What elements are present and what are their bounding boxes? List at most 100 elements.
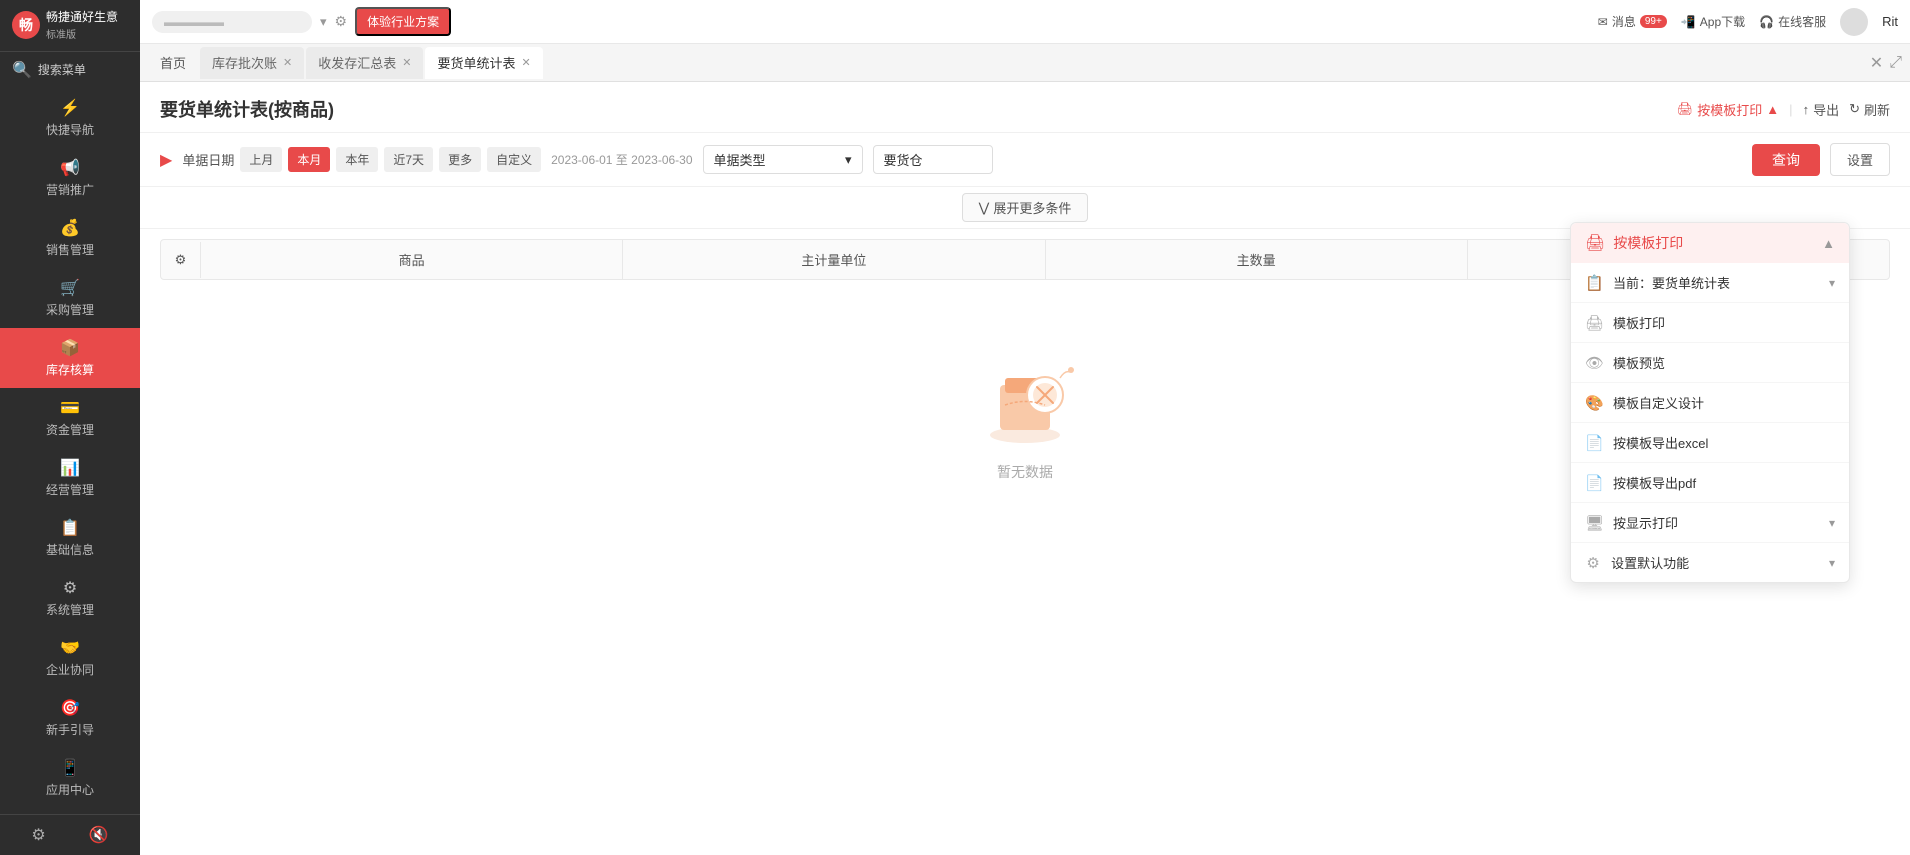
app-download-btn[interactable]: 📲 App下载: [1681, 13, 1745, 30]
dropdown-current-template[interactable]: 📋 当前：要货单统计表 ▾: [1571, 263, 1849, 303]
marketing-icon: 📢: [60, 158, 80, 178]
sidebar-item-app-center[interactable]: 📱 应用中心: [0, 748, 140, 808]
settings-bottom-icon[interactable]: ⚙: [31, 825, 45, 845]
refresh-icon: ↻: [1849, 101, 1860, 117]
template-print-icon: 🖨: [1585, 314, 1603, 332]
tab-receipts-summary[interactable]: 收发存汇总表 ✕: [306, 47, 423, 79]
dropdown-template-preview[interactable]: 👁 模板预览: [1571, 343, 1849, 383]
close-tab-order-stats[interactable]: ✕: [522, 56, 531, 69]
page-actions: 🖨 按模板打印 ▲ | ↑ 导出 ↻ 刷新: [1677, 100, 1890, 119]
sidebar-item-sales[interactable]: 💰 销售管理: [0, 208, 140, 268]
topbar-gear-icon[interactable]: ⚙: [335, 13, 348, 30]
expand-icon: ⋁: [979, 200, 990, 216]
inventory-icon: 📦: [60, 338, 80, 358]
filter-toggle-btn[interactable]: ▶: [160, 150, 172, 170]
enterprise-icon: 🤝: [60, 638, 80, 658]
sound-icon[interactable]: 🔇: [89, 825, 109, 845]
logo-text: 畅捷通好生意 标准版: [46, 10, 118, 41]
system-icon: ⚙: [63, 578, 77, 598]
dropdown-set-default[interactable]: ⚙ 设置默认功能 ▾: [1571, 543, 1849, 582]
query-btn[interactable]: 查询: [1752, 144, 1820, 176]
display-print-icon: 🖥: [1585, 514, 1603, 532]
type-filter[interactable]: 单据类型 ▾: [703, 145, 863, 174]
dropdown-template-print[interactable]: 🖨 模板打印: [1571, 303, 1849, 343]
tab-bar: 首页 库存批次账 ✕ 收发存汇总表 ✕ 要货单统计表 ✕ ✕ ⤢: [140, 44, 1910, 82]
filter-bar: ▶ 单据日期 上月 本月 本年 近7天 更多 自定义 2023-06-01 至 …: [140, 133, 1910, 187]
sidebar-item-enterprise[interactable]: 🤝 企业协同: [0, 628, 140, 688]
col-unit: 主计量单位: [623, 240, 1045, 279]
date-btn-7days[interactable]: 近7天: [384, 147, 433, 172]
sidebar-item-system[interactable]: ⚙ 系统管理: [0, 568, 140, 628]
sidebar-item-marketing[interactable]: 📢 营销推广: [0, 148, 140, 208]
export-excel-icon: 📄: [1585, 434, 1603, 452]
empty-text: 暂无数据: [997, 462, 1053, 482]
message-icon: ✉: [1598, 15, 1608, 29]
dropdown-close-chevron[interactable]: ▲: [1822, 236, 1835, 251]
date-btn-more[interactable]: 更多: [439, 147, 481, 172]
date-filter-group: 单据日期 上月 本月 本年 近7天 更多 自定义 2023-06-01 至 20…: [182, 147, 692, 172]
trial-btn[interactable]: 体验行业方案: [355, 7, 451, 36]
guide-icon: 🎯: [60, 698, 80, 718]
maximize-icon[interactable]: ⤢: [1889, 54, 1902, 72]
topbar-search[interactable]: ▬▬▬▬▬: [152, 11, 312, 33]
content-area: 要货单统计表(按商品) 🖨 按模板打印 ▲ | ↑ 导出 ↻ 刷新: [140, 82, 1910, 855]
date-btn-last-month[interactable]: 上月: [240, 147, 282, 172]
warehouse-filter[interactable]: 要货仓: [873, 145, 993, 174]
sidebar-item-quick-nav[interactable]: ⚡ 快捷导航: [0, 88, 140, 148]
date-btn-this-year[interactable]: 本年: [336, 147, 378, 172]
expand-more-btn[interactable]: ⋁ 展开更多条件: [962, 193, 1089, 222]
date-range-text: 2023-06-01 至 2023-06-30: [551, 151, 692, 168]
sidebar-item-inventory[interactable]: 📦 库存核算: [0, 328, 140, 388]
col-quantity: 主数量: [1046, 240, 1468, 279]
sidebar-item-operation[interactable]: 📊 经营管理: [0, 448, 140, 508]
dropdown-display-print[interactable]: 🖥 按显示打印 ▾: [1571, 503, 1849, 543]
close-tab-inventory-batch[interactable]: ✕: [283, 56, 292, 69]
template-print-btn[interactable]: 🖨 按模板打印 ▲: [1677, 100, 1779, 119]
nav-list: ⚡ 快捷导航 📢 营销推广 💰 销售管理 🛒 采购管理 📦 库存核算 💳 资金管…: [0, 88, 140, 814]
settings-btn[interactable]: 设置: [1830, 143, 1890, 176]
download-icon: 📲: [1681, 15, 1696, 29]
close-window-icon[interactable]: ✕: [1870, 53, 1883, 73]
topbar-right: ✉ 消息 99+ 📲 App下载 🎧 在线客服 Rit: [1598, 8, 1898, 36]
app-center-icon: 📱: [60, 758, 80, 778]
sidebar: 畅 畅捷通好生意 标准版 🔍 搜索菜单 ⚡ 快捷导航 📢 营销推广 💰 销售管理…: [0, 0, 140, 855]
refresh-btn[interactable]: ↻ 刷新: [1849, 100, 1890, 119]
tab-inventory-batch[interactable]: 库存批次账 ✕: [200, 47, 304, 79]
online-service-btn[interactable]: 🎧 在线客服: [1759, 13, 1826, 30]
display-print-arrow: ▾: [1829, 516, 1835, 530]
tabs-actions: ✕ ⤢: [1870, 53, 1910, 73]
topbar-dropdown-arrow[interactable]: ▾: [320, 14, 327, 30]
message-btn[interactable]: ✉ 消息 99+: [1598, 13, 1667, 30]
date-btn-custom[interactable]: 自定义: [487, 147, 541, 172]
user-avatar[interactable]: [1840, 8, 1868, 36]
search-menu-item[interactable]: 🔍 搜索菜单: [0, 52, 140, 88]
col-product: 商品: [201, 240, 623, 279]
main-area: ▬▬▬▬▬ ▾ ⚙ 体验行业方案 ✉ 消息 99+ 📲 App下载 🎧 在线客服…: [140, 0, 1910, 855]
capital-icon: 💳: [60, 398, 80, 418]
date-btn-this-month[interactable]: 本月: [288, 147, 330, 172]
template-print-dropdown: 🖨 按模板打印 ▲ 📋 当前：要货单统计表 ▾ 🖨 模板打印 👁 模板预览: [1570, 222, 1850, 583]
chevron-up-icon: ▲: [1766, 102, 1779, 117]
app-logo: 畅 畅捷通好生意 标准版: [0, 0, 140, 52]
current-template-arrow: ▾: [1829, 276, 1835, 290]
operation-icon: 📊: [60, 458, 80, 478]
close-tab-receipts-summary[interactable]: ✕: [402, 56, 411, 69]
dropdown-template-design[interactable]: 🎨 模板自定义设计: [1571, 383, 1849, 423]
sidebar-item-purchase[interactable]: 🛒 采购管理: [0, 268, 140, 328]
print-header-icon: 🖨: [1585, 233, 1605, 253]
export-btn[interactable]: ↑ 导出: [1803, 100, 1840, 119]
logo-icon: 畅: [12, 11, 40, 39]
purchase-icon: 🛒: [60, 278, 80, 298]
tab-order-stats[interactable]: 要货单统计表 ✕: [425, 47, 542, 79]
tab-home[interactable]: 首页: [148, 47, 198, 79]
dropdown-export-excel[interactable]: 📄 按模板导出excel: [1571, 423, 1849, 463]
sidebar-item-basic[interactable]: 📋 基础信息: [0, 508, 140, 568]
basic-icon: 📋: [60, 518, 80, 538]
sidebar-item-guide[interactable]: 🎯 新手引导: [0, 688, 140, 748]
settings-col[interactable]: ⚙: [161, 242, 201, 278]
search-icon: 🔍: [12, 60, 32, 80]
dropdown-header[interactable]: 🖨 按模板打印 ▲: [1571, 223, 1849, 263]
sidebar-item-capital[interactable]: 💳 资金管理: [0, 388, 140, 448]
chevron-down-icon: ▾: [845, 152, 852, 168]
dropdown-export-pdf[interactable]: 📄 按模板导出pdf: [1571, 463, 1849, 503]
